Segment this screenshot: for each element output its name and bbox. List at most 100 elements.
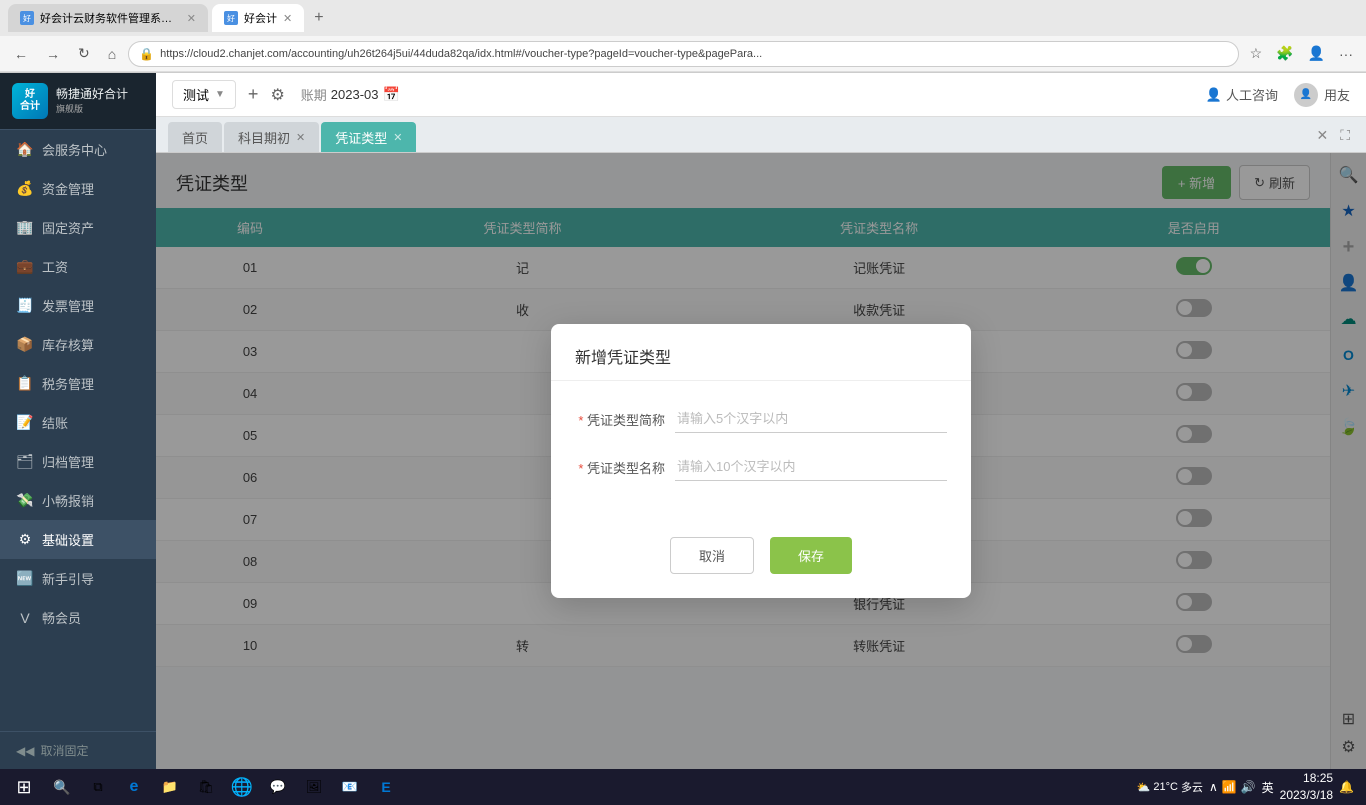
sidebar-item-funds[interactable]: 💰 资金管理 <box>0 169 156 208</box>
add-org-button[interactable]: + <box>248 84 259 105</box>
panel-win-buttons: ✕ ⛶ <box>1312 123 1354 152</box>
panel-maximize-button[interactable]: ⛶ <box>1336 123 1354 148</box>
tab-voucher-close[interactable]: ✕ <box>393 131 402 144</box>
page-tabs: 首页 科目期初 ✕ 凭证类型 ✕ ✕ ⛶ <box>156 117 1366 153</box>
taskbar-sys-icons: ∧ 📶 🔊 <box>1209 780 1256 794</box>
logo-badge: 旗舰版 <box>56 102 128 115</box>
sidebar-label-dashboard: 会服务中心 <box>42 140 107 159</box>
required-star-short: * <box>578 413 587 428</box>
signal-icon: 📶 <box>1222 780 1237 794</box>
assets-icon: 🏢 <box>16 219 34 237</box>
forward-button[interactable]: → <box>40 43 66 65</box>
taskbar-app-wechat[interactable]: 💬 <box>262 773 294 801</box>
sidebar-item-inventory[interactable]: 📦 库存核算 <box>0 325 156 364</box>
form-row-full: * 凭证类型名称 <box>575 453 947 481</box>
tab-close-2[interactable]: ✕ <box>283 12 292 25</box>
sidebar-label-funds: 资金管理 <box>42 179 94 198</box>
extensions-button[interactable]: 🧩 <box>1271 42 1298 65</box>
taskbar-app-store[interactable]: 🛍 <box>190 773 222 801</box>
settle-icon: 📝 <box>16 414 34 432</box>
sidebar-item-basic[interactable]: ⚙ 基础设置 <box>0 520 156 559</box>
sidebar-item-archive[interactable]: 🗂 归档管理 <box>0 442 156 481</box>
sidebar-item-dashboard[interactable]: 🏠 会服务中心 <box>0 130 156 169</box>
lock-icon: 🔒 <box>139 47 154 61</box>
task-view-button[interactable]: ⧉ <box>82 773 114 801</box>
cancel-button[interactable]: 取消 <box>670 537 754 574</box>
tab-close-1[interactable]: ✕ <box>187 12 196 25</box>
url-box[interactable]: 🔒 https://cloud2.chanjet.com/accounting/… <box>128 41 1238 67</box>
sidebar-scroll: 🏠 会服务中心 💰 资金管理 🏢 固定资产 💼 工资 🧾 发票管理 📦 <box>0 130 156 731</box>
short-name-input[interactable] <box>675 405 947 433</box>
sidebar-label-basic: 基础设置 <box>42 530 94 549</box>
sidebar-item-assets[interactable]: 🏢 固定资产 <box>0 208 156 247</box>
member-icon: V <box>16 609 34 627</box>
address-bar: ← → ↻ ⌂ 🔒 https://cloud2.chanjet.com/acc… <box>0 36 1366 72</box>
form-row-short: * 凭证类型简称 <box>575 405 947 433</box>
account-button[interactable]: 👤 <box>1303 42 1330 65</box>
browser-chrome: 好 好会计云财务软件管理系统_会计 ✕ 好 好会计 ✕ + ← → ↻ ⌂ 🔒 … <box>0 0 1366 73</box>
menu-button[interactable]: ··· <box>1334 42 1358 65</box>
sidebar-label-settle: 结账 <box>42 413 68 432</box>
org-selector[interactable]: 测试 ▼ <box>172 80 236 109</box>
tab-subject-label: 科目期初 <box>238 128 290 147</box>
user-button[interactable]: 👤 用友 <box>1294 83 1350 107</box>
settings-button[interactable]: ⚙ <box>270 85 284 105</box>
tax-icon: 📋 <box>16 375 34 393</box>
url-text: https://cloud2.chanjet.com/accounting/uh… <box>160 48 1227 60</box>
modal-overlay: 新增凭证类型 * 凭证类型简称 * 凭证类 <box>156 153 1366 769</box>
dashboard-icon: 🏠 <box>16 141 34 159</box>
taskbar-app-explorer[interactable]: 📁 <box>154 773 186 801</box>
sidebar-item-guide[interactable]: 🆕 新手引导 <box>0 559 156 598</box>
taskbar-app-chrome[interactable]: 🌐 <box>226 773 258 801</box>
home-button[interactable]: ⌂ <box>102 43 122 65</box>
taskbar-clock[interactable]: 18:25 2023/3/18 <box>1280 770 1333 804</box>
sidebar-item-wages[interactable]: 💼 工资 <box>0 247 156 286</box>
time-display: 18:25 <box>1280 770 1333 787</box>
panel-close-button[interactable]: ✕ <box>1312 123 1332 148</box>
form-label-short: * 凭证类型简称 <box>575 410 675 429</box>
sidebar-label-guide: 新手引导 <box>42 569 94 588</box>
sidebar-logo: 好合计 畅捷通好合计 旗舰版 <box>0 73 156 130</box>
tab-subject[interactable]: 科目期初 ✕ <box>224 122 319 152</box>
tab-subject-close[interactable]: ✕ <box>296 131 305 144</box>
expense-icon: 💸 <box>16 492 34 510</box>
sidebar-item-settle[interactable]: 📝 结账 <box>0 403 156 442</box>
modal-body: * 凭证类型简称 * 凭证类型名称 <box>551 381 971 525</box>
calendar-icon[interactable]: 📅 <box>383 86 400 103</box>
taskbar-right: ⛅ 21°C 多云 ∧ 📶 🔊 英 18:25 2023/3/18 🔔 <box>1137 770 1360 804</box>
new-tab-button[interactable]: + <box>308 9 329 27</box>
tab-voucher-type[interactable]: 凭证类型 ✕ <box>321 122 416 152</box>
back-button[interactable]: ← <box>8 43 34 65</box>
weather-desc: 多云 <box>1181 779 1203 795</box>
user-label: 用友 <box>1324 85 1350 104</box>
sidebar-item-invoice[interactable]: 🧾 发票管理 <box>0 286 156 325</box>
guide-icon: 🆕 <box>16 570 34 588</box>
refresh-button[interactable]: ↻ <box>72 42 96 65</box>
consult-button[interactable]: 👤 人工咨询 <box>1206 85 1278 104</box>
chevron-up-icon[interactable]: ∧ <box>1209 780 1218 794</box>
taskbar-app-edge2[interactable]: E <box>370 773 402 801</box>
browser-tab-2[interactable]: 好 好会计 ✕ <box>212 4 304 32</box>
save-button[interactable]: 保存 <box>770 537 852 574</box>
tab-home-label: 首页 <box>182 128 208 147</box>
start-button[interactable]: ⊞ <box>6 773 42 801</box>
tab-label-2: 好会计 <box>244 10 277 26</box>
sidebar-item-member[interactable]: V 畅会员 <box>0 598 156 637</box>
browser-tab-1[interactable]: 好 好会计云财务软件管理系统_会计 ✕ <box>8 4 208 32</box>
taskbar-app-photos[interactable]: 🖼 <box>298 773 330 801</box>
notification-icon[interactable]: 🔔 <box>1339 780 1354 794</box>
sidebar-item-expense[interactable]: 💸 小畅报销 <box>0 481 156 520</box>
logo-name: 畅捷通好合计 <box>56 87 128 103</box>
taskbar-app-edge[interactable]: e <box>118 773 150 801</box>
full-name-input[interactable] <box>675 453 947 481</box>
taskbar-search-button[interactable]: 🔍 <box>46 773 78 801</box>
sidebar-label-tax: 税务管理 <box>42 374 94 393</box>
tab-voucher-label: 凭证类型 <box>335 128 387 147</box>
required-star-full: * <box>578 461 587 476</box>
taskbar-app-email[interactable]: 📧 <box>334 773 366 801</box>
org-name: 测试 <box>183 85 209 104</box>
sidebar-footer[interactable]: ◀◀ 取消固定 <box>0 731 156 769</box>
favorites-button[interactable]: ☆ <box>1245 42 1268 65</box>
sidebar-item-tax[interactable]: 📋 税务管理 <box>0 364 156 403</box>
tab-home[interactable]: 首页 <box>168 122 222 152</box>
